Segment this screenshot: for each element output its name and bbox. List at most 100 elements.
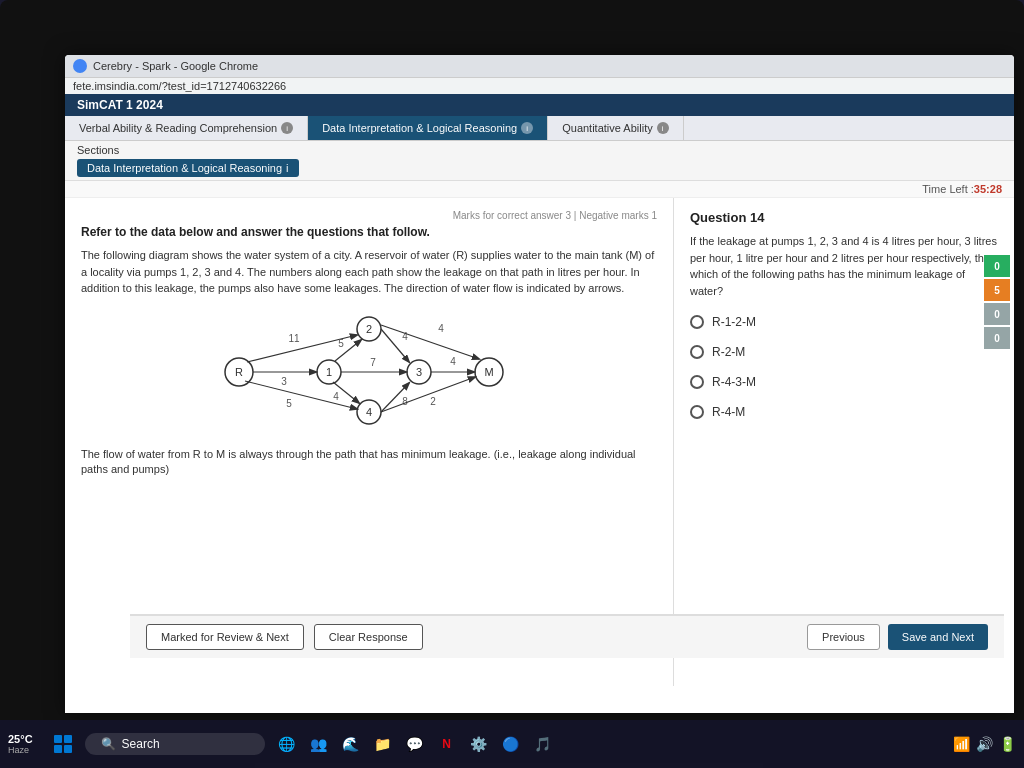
- exam-name: SimCAT 1 2024: [77, 98, 163, 112]
- svg-text:5: 5: [286, 398, 292, 409]
- address-bar[interactable]: fete.imsindia.com/?test_id=1712740632266: [65, 77, 1014, 94]
- timer-value: 35:28: [974, 183, 1002, 195]
- clear-response-button[interactable]: Clear Response: [314, 624, 423, 650]
- svg-text:7: 7: [370, 357, 376, 368]
- svg-text:3: 3: [281, 376, 287, 387]
- svg-line-32: [381, 325, 479, 359]
- volume-icon: 🔊: [976, 736, 993, 752]
- radio-B[interactable]: [690, 345, 704, 359]
- monitor-frame: Cerebry - Spark - Google Chrome fete.ims…: [0, 0, 1024, 768]
- previous-button[interactable]: Previous: [807, 624, 880, 650]
- browser-titlebar: Cerebry - Spark - Google Chrome: [65, 55, 1014, 77]
- passage-text: The following diagram shows the water sy…: [81, 247, 657, 297]
- footer-right: Previous Save and Next: [807, 624, 988, 650]
- radio-C[interactable]: [690, 375, 704, 389]
- svg-text:11: 11: [288, 333, 300, 344]
- tab-verbal[interactable]: Verbal Ability & Reading Comprehension i: [65, 116, 308, 140]
- option-C[interactable]: R-4-3-M: [690, 375, 998, 389]
- option-D[interactable]: R-4-M: [690, 405, 998, 419]
- search-icon: 🔍: [101, 737, 116, 751]
- timer-label: Time Left :: [922, 183, 974, 195]
- taskbar-icon-settings[interactable]: ⚙️: [467, 732, 491, 756]
- taskbar-icon-spotify[interactable]: 🎵: [531, 732, 555, 756]
- question-number: Question 14: [690, 210, 998, 225]
- badge-0c: 0: [984, 327, 1010, 349]
- section-info-icon: i: [286, 162, 288, 174]
- weather-desc: Haze: [8, 745, 33, 755]
- refer-text: Refer to the data below and answer the q…: [81, 225, 657, 239]
- exam-header: SimCAT 1 2024: [65, 94, 1014, 116]
- option-A[interactable]: R-1-2-M: [690, 315, 998, 329]
- taskbar-icon-chrome[interactable]: 🔵: [499, 732, 523, 756]
- svg-text:4: 4: [333, 391, 339, 402]
- tab-dilr[interactable]: Data Interpretation & Logical Reasoning …: [308, 116, 548, 140]
- option-B-label: R-2-M: [712, 345, 745, 359]
- battery-icon: 🔋: [999, 736, 1016, 752]
- tab-quant[interactable]: Quantitative Ability i: [548, 116, 684, 140]
- taskbar-icon-edge[interactable]: 🌊: [339, 732, 363, 756]
- svg-text:4: 4: [450, 356, 456, 367]
- tab-verbal-label: Verbal Ability & Reading Comprehension: [79, 122, 277, 134]
- svg-text:2: 2: [430, 396, 436, 407]
- weather-widget: 25°C Haze: [8, 733, 33, 755]
- sections-bar: Sections Data Interpretation & Logical R…: [65, 141, 1014, 181]
- svg-line-30: [381, 377, 475, 412]
- svg-text:5: 5: [338, 338, 344, 349]
- question-panel: Marks for correct answer 3 | Negative ma…: [65, 198, 674, 686]
- option-D-label: R-4-M: [712, 405, 745, 419]
- url-text: fete.imsindia.com/?test_id=1712740632266: [73, 80, 286, 92]
- right-panel: Question 14 If the leakage at pumps 1, 2…: [674, 198, 1014, 686]
- footer-buttons: Marked for Review & Next Clear Response …: [130, 614, 1004, 658]
- svg-text:4: 4: [438, 323, 444, 334]
- info-icon-verbal: i: [281, 122, 293, 134]
- side-number-panel: 0 5 0 0: [984, 255, 1014, 349]
- question-text: If the leakage at pumps 1, 2, 3 and 4 is…: [690, 233, 998, 299]
- sys-icons: 📶 🔊 🔋: [953, 736, 1016, 752]
- taskbar-app-icons: 🌐 👥 🌊 📁 💬 N ⚙️ 🔵 🎵: [275, 732, 555, 756]
- marks-info: Marks for correct answer 3 | Negative ma…: [81, 210, 657, 221]
- start-button[interactable]: [47, 728, 79, 760]
- option-C-label: R-4-3-M: [712, 375, 756, 389]
- taskbar-search[interactable]: 🔍 Search: [85, 733, 265, 755]
- svg-text:R: R: [235, 366, 243, 378]
- taskbar-icon-widgets[interactable]: 🌐: [275, 732, 299, 756]
- option-A-label: R-1-2-M: [712, 315, 756, 329]
- weather-temp: 25°C: [8, 733, 33, 745]
- svg-text:M: M: [484, 366, 493, 378]
- diagram-svg: R 1 2 3 4: [209, 307, 529, 437]
- footer-left: Marked for Review & Next Clear Response: [146, 624, 423, 650]
- sections-label: Sections: [77, 144, 1002, 156]
- tabs-row: Verbal Ability & Reading Comprehension i…: [65, 116, 1014, 141]
- tab-dilr-label: Data Interpretation & Logical Reasoning: [322, 122, 517, 134]
- content-area: Marks for correct answer 3 | Negative ma…: [65, 198, 1014, 686]
- tab-quant-label: Quantitative Ability: [562, 122, 653, 134]
- radio-D[interactable]: [690, 405, 704, 419]
- browser-title: Cerebry - Spark - Google Chrome: [93, 60, 258, 72]
- browser-window: Cerebry - Spark - Google Chrome fete.ims…: [65, 55, 1014, 713]
- badge-5: 5: [984, 279, 1010, 301]
- taskbar-icon-teams[interactable]: 👥: [307, 732, 331, 756]
- info-icon-dilr: i: [521, 122, 533, 134]
- search-label: Search: [122, 737, 160, 751]
- radio-A[interactable]: [690, 315, 704, 329]
- timer-row: Time Left : 35:28: [65, 181, 1014, 198]
- network-icon: 📶: [953, 736, 970, 752]
- browser-icon: [73, 59, 87, 73]
- svg-text:1: 1: [326, 366, 332, 378]
- badge-0b: 0: [984, 303, 1010, 325]
- windows-logo: [54, 735, 72, 753]
- save-next-button[interactable]: Save and Next: [888, 624, 988, 650]
- taskbar-right: 📶 🔊 🔋: [953, 736, 1016, 752]
- option-B[interactable]: R-2-M: [690, 345, 998, 359]
- taskbar-icon-netflix[interactable]: N: [435, 732, 459, 756]
- svg-text:2: 2: [366, 323, 372, 335]
- marked-review-button[interactable]: Marked for Review & Next: [146, 624, 304, 650]
- section-badge: Data Interpretation & Logical Reasoning …: [77, 159, 299, 177]
- badge-0: 0: [984, 255, 1010, 277]
- taskbar-left: 25°C Haze: [8, 733, 41, 755]
- taskbar: 25°C Haze 🔍 Search 🌐 👥 🌊 📁 💬 N ⚙️ 🔵 🎵: [0, 720, 1024, 768]
- info-icon-quant: i: [657, 122, 669, 134]
- svg-text:3: 3: [416, 366, 422, 378]
- taskbar-icon-files[interactable]: 📁: [371, 732, 395, 756]
- taskbar-icon-teams2[interactable]: 💬: [403, 732, 427, 756]
